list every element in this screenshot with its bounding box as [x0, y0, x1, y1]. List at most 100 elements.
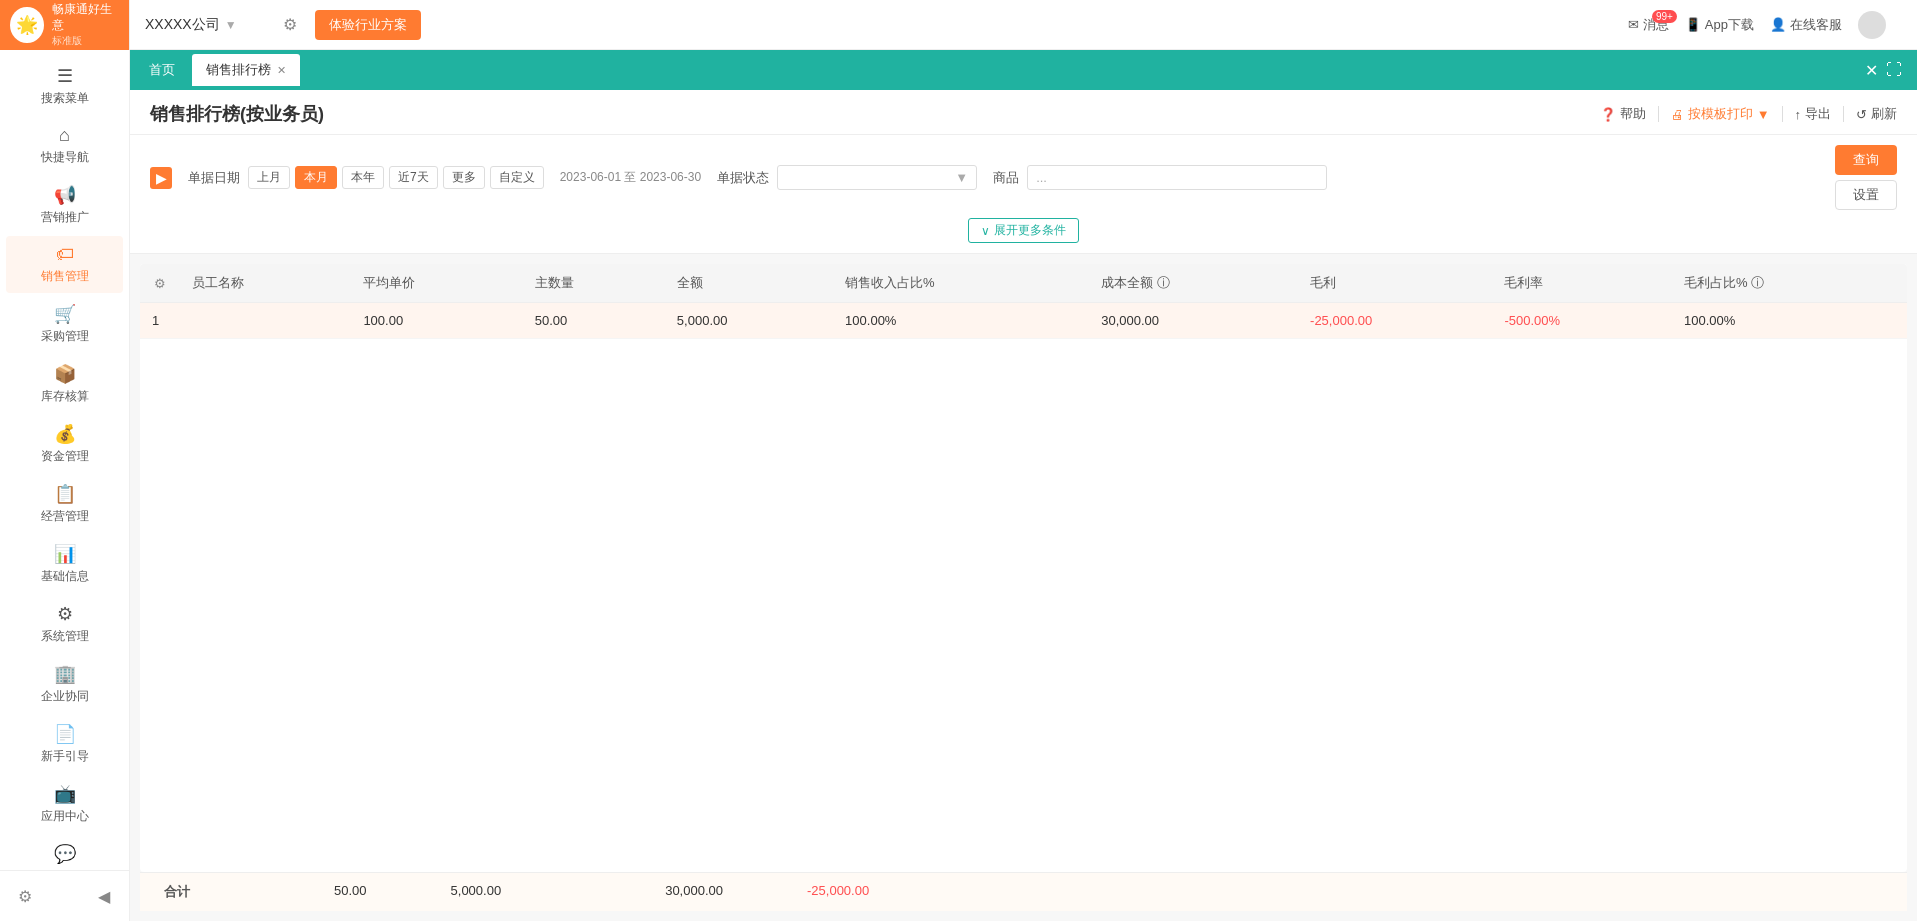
- sidebar-icon-11: 📄: [54, 723, 76, 745]
- sidebar-label-11: 新手引导: [41, 748, 89, 765]
- help-icon: ❓: [1600, 107, 1616, 122]
- sidebar-icon-6: 💰: [54, 423, 76, 445]
- logo-icon: 🌟: [10, 7, 44, 43]
- tab-home[interactable]: 首页: [135, 54, 189, 86]
- expand-row: ∨ 展开更多条件: [150, 218, 1897, 243]
- sidebar-item-2[interactable]: 📢营销推广: [6, 176, 123, 234]
- sidebar: 🌟 畅康通好生意 标准版 ☰搜索菜单 ⌂ 快捷导航 📢营销推广🏷销售管理🛒采购管理📦库…: [0, 0, 130, 921]
- sidebar-label-1: 快捷导航: [41, 149, 89, 166]
- company-select[interactable]: XXXXX公司 ▼: [145, 16, 265, 34]
- company-name: XXXXX公司: [145, 16, 220, 34]
- sidebar-item-0[interactable]: ☰搜索菜单: [6, 57, 123, 115]
- page-header: 销售排行榜(按业务员) ❓ 帮助 🖨 按模板打印 ▼ ↑ 导出: [130, 90, 1917, 135]
- date-btn-this-year[interactable]: 本年: [342, 166, 384, 189]
- refresh-button[interactable]: ↺ 刷新: [1856, 105, 1897, 123]
- footer-label-cell: 合计: [152, 883, 202, 901]
- table-container: ⚙ 员工名称 平均单价 主数量 全额 销售收入占比% 成本全额 ⓘ 毛利 毛利率…: [140, 264, 1907, 872]
- sidebar-icon-8: 📊: [54, 543, 76, 565]
- message-icon: ✉: [1628, 17, 1639, 32]
- tab-bar-right: ✕ ⛶: [1865, 61, 1912, 80]
- sidebar-item-4[interactable]: 🛒采购管理: [6, 295, 123, 353]
- status-filter-group: 单据状态 ▼: [717, 165, 977, 190]
- main-area: XXXXX公司 ▼ ⚙ 体验行业方案 ✉ 消息 99+ 📱 App下载 👤 在线…: [130, 0, 1917, 921]
- sidebar-label-7: 经营管理: [41, 508, 89, 525]
- sidebar-menu: ☰搜索菜单 ⌂ 快捷导航 📢营销推广🏷销售管理🛒采购管理📦库存核算💰资金管理📋经营管理…: [0, 50, 129, 870]
- query-button[interactable]: 查询: [1835, 145, 1897, 175]
- settings-footer-icon[interactable]: ⚙: [10, 881, 40, 911]
- export-label: 导出: [1805, 105, 1831, 123]
- expand-chevron-icon: ∨: [981, 224, 990, 238]
- online-service-button[interactable]: 👤 在线客服: [1770, 16, 1842, 34]
- sidebar-item-10[interactable]: 🏢企业协同: [6, 655, 123, 713]
- goods-filter-group: 商品 ...: [993, 165, 1327, 190]
- logo-text: 畅康通好生意: [52, 2, 119, 33]
- sidebar-item-11[interactable]: 📄 新手引导: [6, 715, 123, 773]
- sidebar-item-7[interactable]: 📋经营管理: [6, 475, 123, 533]
- setting-button[interactable]: 设置: [1835, 180, 1897, 210]
- col-employee: 员工名称: [180, 264, 351, 303]
- cell-gross: -25,000.00: [1298, 303, 1492, 339]
- goods-input[interactable]: ...: [1027, 165, 1327, 190]
- user-avatar[interactable]: [1858, 11, 1886, 39]
- expand-label: 展开更多条件: [994, 222, 1066, 239]
- collapse-sidebar-icon[interactable]: ◀: [89, 881, 119, 911]
- tab-expand-icon[interactable]: ⛶: [1886, 61, 1902, 79]
- sidebar-item-13[interactable]: 💬企业微信: [6, 835, 123, 870]
- app-download-button[interactable]: 📱 App下载: [1685, 16, 1754, 34]
- table-footer: 合计 50.00 5,000.00 30,000.00 -25,000.00: [140, 872, 1907, 911]
- date-range-text: 2023-06-01 至 2023-06-30: [560, 169, 701, 186]
- app-download-icon: 📱: [1685, 17, 1701, 32]
- sidebar-footer: ⚙ ◀: [0, 870, 129, 921]
- page-actions: ❓ 帮助 🖨 按模板打印 ▼ ↑ 导出 ↺ 刷新: [1600, 105, 1897, 123]
- tab-close-window-icon[interactable]: ✕: [1865, 61, 1878, 80]
- sidebar-item-9[interactable]: ⚙系统管理: [6, 595, 123, 653]
- sidebar-item-3[interactable]: 🏷销售管理: [6, 236, 123, 293]
- goods-dots: ...: [1036, 170, 1047, 185]
- sidebar-label-12: 应用中心: [41, 808, 89, 825]
- cell-total: 5,000.00: [665, 303, 833, 339]
- cell-qty: 50.00: [523, 303, 665, 339]
- filter-toggle-btn[interactable]: ▶: [150, 167, 172, 189]
- sidebar-item-1[interactable]: ⌂ 快捷导航: [6, 117, 123, 174]
- tab-bar: 首页 销售排行榜 ✕ ✕ ⛶: [130, 50, 1917, 90]
- print-button[interactable]: 🖨 按模板打印 ▼: [1671, 105, 1770, 123]
- sidebar-item-12[interactable]: 📺应用中心: [6, 775, 123, 833]
- sidebar-item-8[interactable]: 📊基础信息: [6, 535, 123, 593]
- goods-label: 商品: [993, 169, 1019, 187]
- tab-sales-ranking[interactable]: 销售排行榜 ✕: [192, 54, 300, 86]
- export-icon: ↑: [1795, 107, 1802, 122]
- message-button[interactable]: ✉ 消息 99+: [1628, 16, 1669, 34]
- col-avg-price: 平均单价: [351, 264, 522, 303]
- sidebar-label-10: 企业协同: [41, 688, 89, 705]
- sidebar-icon-1: ⌂: [59, 125, 70, 146]
- online-service-label: 在线客服: [1790, 16, 1842, 34]
- date-btn-7days[interactable]: 近7天: [389, 166, 438, 189]
- try-industry-button[interactable]: 体验行业方案: [315, 10, 421, 40]
- sidebar-icon-9: ⚙: [57, 603, 73, 625]
- filter-row: ▶ 单据日期 上月 本月 本年 近7天 更多 自定义 2023-06-01 至 …: [150, 145, 1897, 210]
- expand-more-btn[interactable]: ∨ 展开更多条件: [968, 218, 1079, 243]
- tab-close-icon[interactable]: ✕: [277, 64, 286, 77]
- divider-1: [1658, 106, 1659, 122]
- topbar-right: ✉ 消息 99+ 📱 App下载 👤 在线客服: [1628, 11, 1902, 39]
- sidebar-item-6[interactable]: 💰资金管理: [6, 415, 123, 473]
- status-select[interactable]: ▼: [777, 165, 977, 190]
- table-row: 1 100.00 50.00 5,000.00 100.00% 30,000.0…: [140, 303, 1907, 339]
- help-button[interactable]: ❓ 帮助: [1600, 105, 1646, 123]
- divider-3: [1843, 106, 1844, 122]
- cell-sales-pct: 100.00%: [833, 303, 1089, 339]
- filter-bar: ▶ 单据日期 上月 本月 本年 近7天 更多 自定义 2023-06-01 至 …: [130, 135, 1917, 254]
- date-btn-this-month[interactable]: 本月: [295, 166, 337, 189]
- export-button[interactable]: ↑ 导出: [1795, 105, 1832, 123]
- sales-table: ⚙ 员工名称 平均单价 主数量 全额 销售收入占比% 成本全额 ⓘ 毛利 毛利率…: [140, 264, 1907, 339]
- date-btn-last-month[interactable]: 上月: [248, 166, 290, 189]
- sidebar-label-5: 库存核算: [41, 388, 89, 405]
- date-btn-custom[interactable]: 自定义: [490, 166, 544, 189]
- date-btn-more[interactable]: 更多: [443, 166, 485, 189]
- online-service-icon: 👤: [1770, 17, 1786, 32]
- sidebar-label-0: 搜索菜单: [41, 90, 89, 107]
- logo-sub: 标准版: [52, 34, 119, 48]
- sidebar-item-5[interactable]: 📦库存核算: [6, 355, 123, 413]
- topbar-settings-icon[interactable]: ⚙: [275, 10, 305, 40]
- col-gross: 毛利: [1298, 264, 1492, 303]
